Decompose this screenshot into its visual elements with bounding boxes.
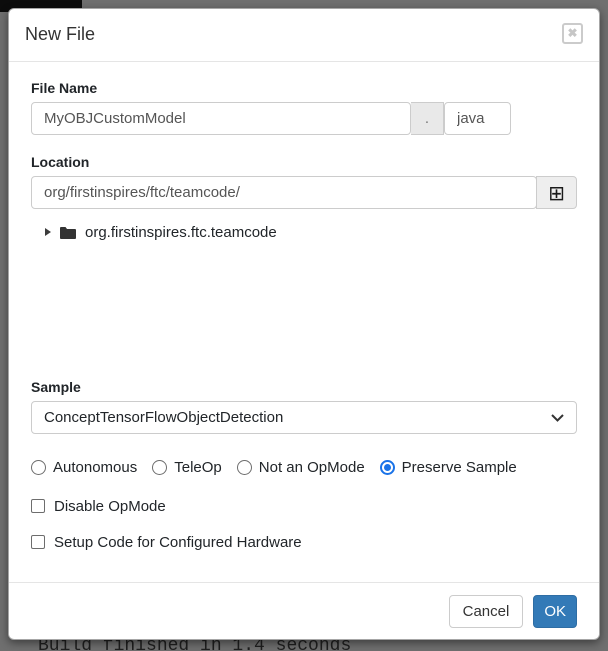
- checkbox-setup-code[interactable]: Setup Code for Configured Hardware: [31, 533, 302, 551]
- close-button[interactable]: ✖: [562, 23, 583, 44]
- folder-tree: org.firstinspires.ftc.teamcode: [31, 223, 577, 361]
- radio-label: Autonomous: [53, 459, 137, 476]
- radio-icon: [380, 460, 395, 475]
- radio-option-autonomous[interactable]: Autonomous: [31, 459, 137, 476]
- ok-button[interactable]: OK: [533, 595, 577, 628]
- checkbox-label: Disable OpMode: [54, 498, 166, 515]
- radio-option-preserve-sample[interactable]: Preserve Sample: [380, 459, 517, 476]
- radio-label: Preserve Sample: [402, 459, 517, 476]
- file-name-label: File Name: [31, 80, 577, 96]
- chevron-down-icon: [551, 414, 564, 422]
- cancel-button[interactable]: Cancel: [449, 595, 524, 628]
- checkbox-label: Setup Code for Configured Hardware: [54, 534, 302, 551]
- checkbox-disable-opmode[interactable]: Disable OpMode: [31, 497, 166, 515]
- close-icon: ✖: [567, 26, 577, 40]
- radio-option-teleop[interactable]: TeleOp: [152, 459, 222, 476]
- add-folder-button[interactable]: ⊞: [536, 176, 577, 209]
- dialog-body: File Name . Location ⊞ org.firstinspires…: [9, 62, 599, 551]
- file-name-input[interactable]: [31, 102, 411, 135]
- radio-option-not-an-opmode[interactable]: Not an OpMode: [237, 459, 365, 476]
- add-folder-icon: ⊞: [548, 183, 565, 203]
- radio-icon: [237, 460, 252, 475]
- dialog-header: New File ✖: [9, 9, 599, 62]
- checkbox-icon: [31, 535, 45, 549]
- sample-selected-value: ConceptTensorFlowObjectDetection: [44, 409, 283, 426]
- tree-expand-caret-icon[interactable]: [45, 228, 51, 236]
- folder-icon: [60, 226, 76, 239]
- opmode-radio-group: Autonomous TeleOp Not an OpMode Preserve…: [31, 459, 577, 476]
- location-label: Location: [31, 154, 577, 170]
- sample-select[interactable]: ConceptTensorFlowObjectDetection: [31, 401, 577, 434]
- dialog-title: New File: [25, 24, 583, 45]
- radio-icon: [31, 460, 46, 475]
- tree-item-label: org.firstinspires.ftc.teamcode: [85, 224, 277, 241]
- extension-input[interactable]: [444, 102, 511, 135]
- radio-label: TeleOp: [174, 459, 222, 476]
- dialog-footer: Cancel OK: [9, 582, 599, 639]
- new-file-dialog: New File ✖ File Name . Location ⊞ org.f: [8, 8, 600, 640]
- radio-icon: [152, 460, 167, 475]
- radio-label: Not an OpMode: [259, 459, 365, 476]
- tree-item-teamcode[interactable]: org.firstinspires.ftc.teamcode: [31, 223, 277, 241]
- file-name-group: .: [31, 102, 577, 135]
- location-input[interactable]: [31, 176, 537, 209]
- location-group: ⊞: [31, 176, 577, 209]
- checkbox-icon: [31, 499, 45, 513]
- sample-label: Sample: [31, 379, 577, 395]
- extension-separator: .: [411, 102, 444, 135]
